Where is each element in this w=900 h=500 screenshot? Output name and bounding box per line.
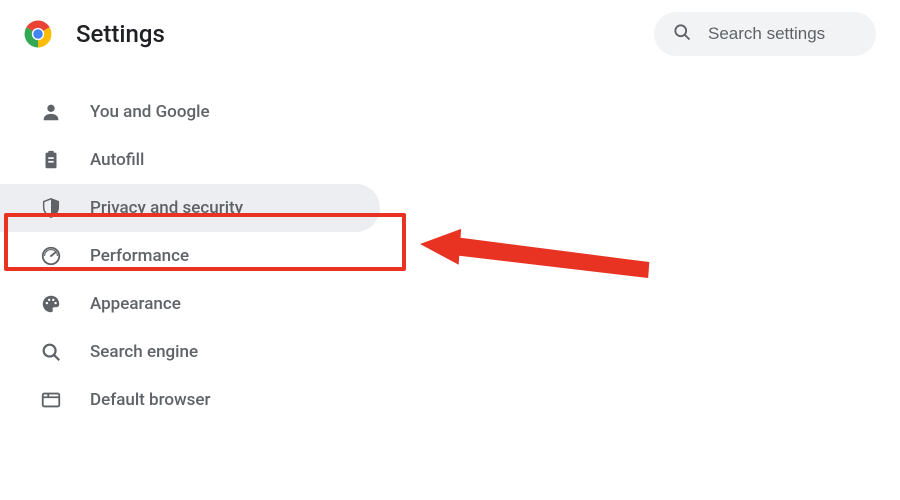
settings-nav: You and Google Autofill Privacy and secu… [0, 76, 900, 424]
search-icon [672, 22, 692, 46]
nav-item-label: Default browser [90, 390, 211, 410]
nav-item-label: Privacy and security [90, 198, 243, 218]
header: Settings [0, 0, 900, 76]
nav-item-label: Appearance [90, 294, 181, 314]
nav-item-appearance[interactable]: Appearance [0, 280, 380, 328]
person-icon [40, 101, 62, 123]
nav-item-label: You and Google [90, 102, 210, 122]
nav-item-you-and-google[interactable]: You and Google [0, 88, 380, 136]
nav-item-label: Search engine [90, 342, 198, 362]
nav-item-privacy-and-security[interactable]: Privacy and security [0, 184, 380, 232]
shield-icon [40, 197, 62, 219]
search-input[interactable] [708, 24, 858, 44]
chrome-logo-icon [24, 20, 52, 48]
nav-item-label: Performance [90, 246, 189, 266]
header-left: Settings [24, 20, 165, 48]
nav-item-performance[interactable]: Performance [0, 232, 380, 280]
nav-item-search-engine[interactable]: Search engine [0, 328, 380, 376]
browser-icon [40, 389, 62, 411]
page-title: Settings [76, 20, 165, 48]
nav-item-default-browser[interactable]: Default browser [0, 376, 380, 424]
nav-item-label: Autofill [90, 150, 144, 170]
palette-icon [40, 293, 62, 315]
nav-item-autofill[interactable]: Autofill [0, 136, 380, 184]
clipboard-icon [40, 149, 62, 171]
search-box[interactable] [654, 12, 876, 56]
gauge-icon [40, 245, 62, 267]
search-icon [40, 341, 62, 363]
